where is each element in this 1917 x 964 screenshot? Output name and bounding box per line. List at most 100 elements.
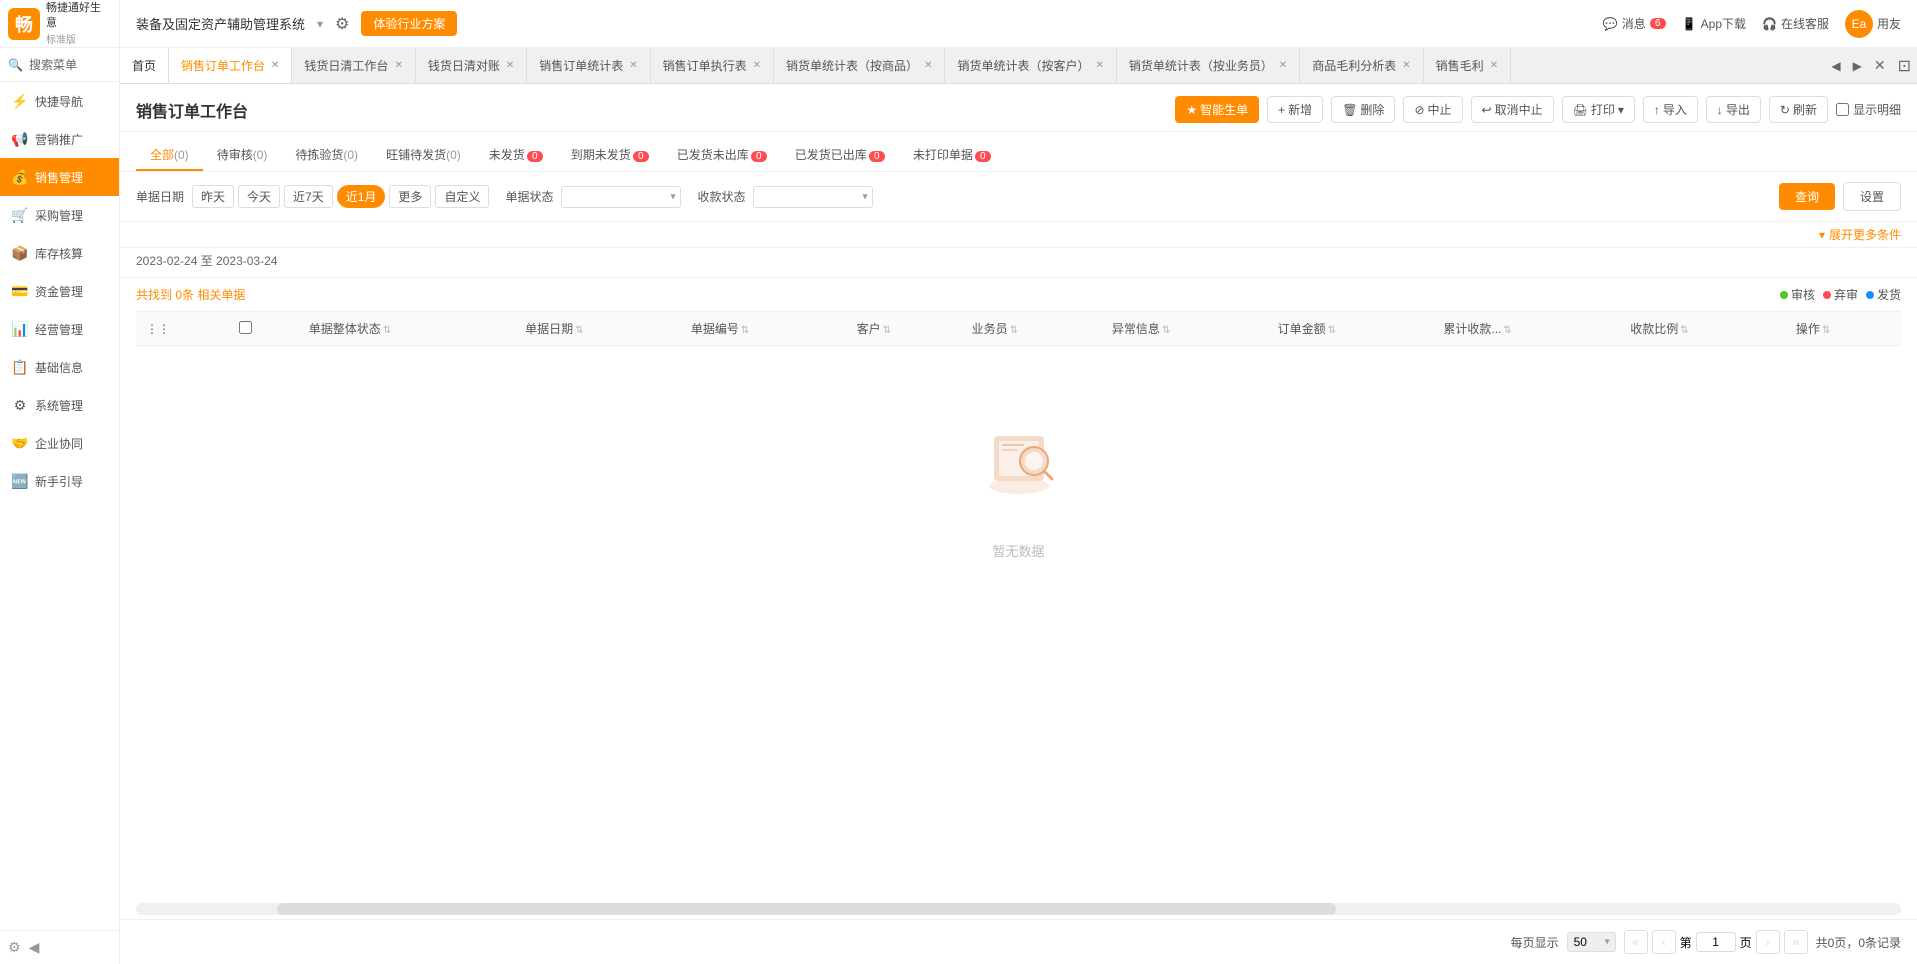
online-service-item[interactable]: 🎧 在线客服 [1762,15,1829,32]
tab-sales-by-customer[interactable]: 销货单统计表（按客户）✕ [945,48,1116,84]
sub-tab-shipped-out[interactable]: 已发货已出库0 [781,140,899,171]
user-item[interactable]: Ea 用友 [1845,10,1901,38]
show-detail-label[interactable]: 显示明细 [1836,101,1901,118]
tab-close-sales-by-product[interactable]: ✕ [924,60,932,71]
export-btn[interactable]: ↓ 导出 [1706,96,1761,123]
message-item[interactable]: 💬 消息 6 [1603,15,1666,32]
sidebar-item-marketing[interactable]: 📢营销推广 [0,120,119,158]
tab-close-sales-by-staff[interactable]: ✕ [1279,60,1287,71]
horizontal-scrollbar[interactable] [136,903,1901,915]
tab-close-sales-by-customer[interactable]: ✕ [1095,60,1103,71]
date-btn-近1月[interactable]: 近1月 [337,185,386,208]
sub-tab-not-printed[interactable]: 未打印单据0 [899,140,1005,171]
new-btn[interactable]: + 新增 [1267,96,1323,123]
tab-sales-stat[interactable]: 销售订单统计表✕ [527,48,650,84]
page-input[interactable] [1696,932,1736,952]
sidebar-item-system[interactable]: ⚙系统管理 [0,386,119,424]
date-btn-更多[interactable]: 更多 [389,185,431,208]
tab-sales-exec[interactable]: 销售订单执行表✕ [651,48,774,84]
tab-cash-daily[interactable]: 钱货日清工作台✕ [292,48,415,84]
tab-close-sales-workbench[interactable]: ✕ [271,60,279,71]
sub-tab-shipped-not-out[interactable]: 已发货未出库0 [663,140,781,171]
sidebar-search[interactable]: 🔍 搜索菜单 [0,48,119,82]
system-dropdown[interactable]: ▾ [317,17,323,31]
tab-close-cash-daily[interactable]: ✕ [394,60,402,71]
bill-status-select[interactable] [561,186,681,208]
tab-sales-by-staff[interactable]: 销货单统计表（按业务员）✕ [1117,48,1300,84]
sub-tab-pending-verify[interactable]: 待拣验货(0) [281,140,372,171]
tab-next-arrow[interactable]: ▶ [1847,48,1868,84]
date-btn-近7天[interactable]: 近7天 [284,185,333,208]
th-date[interactable]: 单据日期⇅ [515,312,681,346]
tab-close-sales-stat[interactable]: ✕ [629,60,637,71]
tab-sales-workbench[interactable]: 销售订单工作台✕ [169,48,292,84]
review-action-btn[interactable]: 审核 [1780,286,1815,303]
tab-prev-arrow[interactable]: ◀ [1825,48,1846,84]
sub-tab-not-shipped[interactable]: 未发货0 [475,140,557,171]
setting-btn[interactable]: 设置 [1843,182,1901,211]
query-btn[interactable]: 查询 [1779,183,1835,210]
sidebar-item-enterprise[interactable]: 🤝企业协同 [0,424,119,462]
tab-close-sales-profit[interactable]: ✕ [1490,60,1498,71]
th-amount[interactable]: 订单金额⇅ [1268,312,1434,346]
tab-close-gross-margin[interactable]: ✕ [1402,60,1410,71]
smart-btn[interactable]: ★ 智能生单 [1175,96,1259,123]
tab-cash-reconcile[interactable]: 钱货日清对账✕ [416,48,527,84]
sub-tab-expired-not-shipped[interactable]: 到期未发货0 [557,140,663,171]
collapse-icon[interactable]: ◀ [29,939,40,956]
th-staff[interactable]: 业务员⇅ [962,312,1102,346]
sub-tab-all[interactable]: 全部(0) [136,140,203,171]
expand-btn[interactable]: ▾ 展开更多条件 [1819,226,1901,243]
show-detail-checkbox[interactable] [1836,103,1849,116]
sidebar-item-operations[interactable]: 📊经营管理 [0,310,119,348]
sidebar-item-purchase[interactable]: 🛒采购管理 [0,196,119,234]
th-collected[interactable]: 累计收款...⇅ [1433,312,1620,346]
sub-tab-wangpu-pending[interactable]: 旺铺待发货(0) [372,140,475,171]
sidebar-item-quick-nav[interactable]: ⚡快捷导航 [0,82,119,120]
tab-sales-by-product[interactable]: 销货单统计表（按商品） ✕ [774,48,945,84]
cancel-stop-btn[interactable]: ↩ 取消中止 [1471,96,1554,123]
import-btn[interactable]: ↑ 导入 [1643,96,1698,123]
solution-btn[interactable]: 体验行业方案 [361,11,457,36]
stop-btn[interactable]: ⊘ 中止 [1403,96,1462,123]
select-all-checkbox[interactable] [239,321,252,334]
th-customer[interactable]: 客户⇅ [847,312,962,346]
tab-expand-icon[interactable]: ⊡ [1892,48,1917,84]
next-page-btn[interactable]: › [1756,930,1780,954]
th-exception[interactable]: 异常信息⇅ [1102,312,1268,346]
tab-close-sales-exec[interactable]: ✕ [753,60,761,71]
sidebar-item-inventory[interactable]: 📦库存核算 [0,234,119,272]
sidebar-item-finance[interactable]: 💳资金管理 [0,272,119,310]
page-header: 销售订单工作台 ★ 智能生单 + 新增 🗑 删除 ⊘ [120,84,1917,132]
th-ratio[interactable]: 收款比例⇅ [1620,312,1786,346]
tab-close-cash-reconcile[interactable]: ✕ [506,60,514,71]
sub-tab-pending-review[interactable]: 待审核(0) [203,140,282,171]
tab-label-sales-by-product: 销货单统计表（按商品） [786,57,918,74]
sidebar-item-sales[interactable]: 💰销售管理 [0,158,119,196]
first-page-btn[interactable]: « [1624,930,1648,954]
last-page-btn[interactable]: » [1784,930,1808,954]
prev-page-btn[interactable]: ‹ [1652,930,1676,954]
tab-gross-margin[interactable]: 商品毛利分析表✕ [1300,48,1423,84]
date-btn-今天[interactable]: 今天 [238,185,280,208]
sidebar-item-guide[interactable]: 🆕新手引导 [0,462,119,500]
date-btn-昨天[interactable]: 昨天 [192,185,234,208]
topbar-gear-icon[interactable]: ⚙ [335,14,349,34]
date-btn-自定义[interactable]: 自定义 [435,185,489,208]
page-size-select[interactable]: 50 10 20 100 [1567,932,1616,952]
app-download-item[interactable]: 📱 App下载 [1682,15,1746,32]
delete-btn[interactable]: 🗑 删除 [1331,96,1395,123]
print-btn[interactable]: 🖨 打印 ▾ [1562,96,1635,123]
sidebar-item-basic[interactable]: 📋基础信息 [0,348,119,386]
tab-home[interactable]: 首页 [120,48,169,84]
refresh-btn[interactable]: ↻ 刷新 [1769,96,1828,123]
tab-sales-profit[interactable]: 销售毛利✕ [1424,48,1511,84]
th-operation[interactable]: 操作⇅ [1786,312,1901,346]
unreviewed-action-btn[interactable]: 弃审 [1823,286,1858,303]
settings-icon[interactable]: ⚙ [8,939,21,956]
th-status[interactable]: 单据整体状态⇅ [299,312,515,346]
tab-close-all[interactable]: ✕ [1868,48,1892,84]
collect-status-select[interactable] [753,186,873,208]
th-number[interactable]: 单据编号⇅ [681,312,847,346]
ship-action-btn[interactable]: 发货 [1866,286,1901,303]
